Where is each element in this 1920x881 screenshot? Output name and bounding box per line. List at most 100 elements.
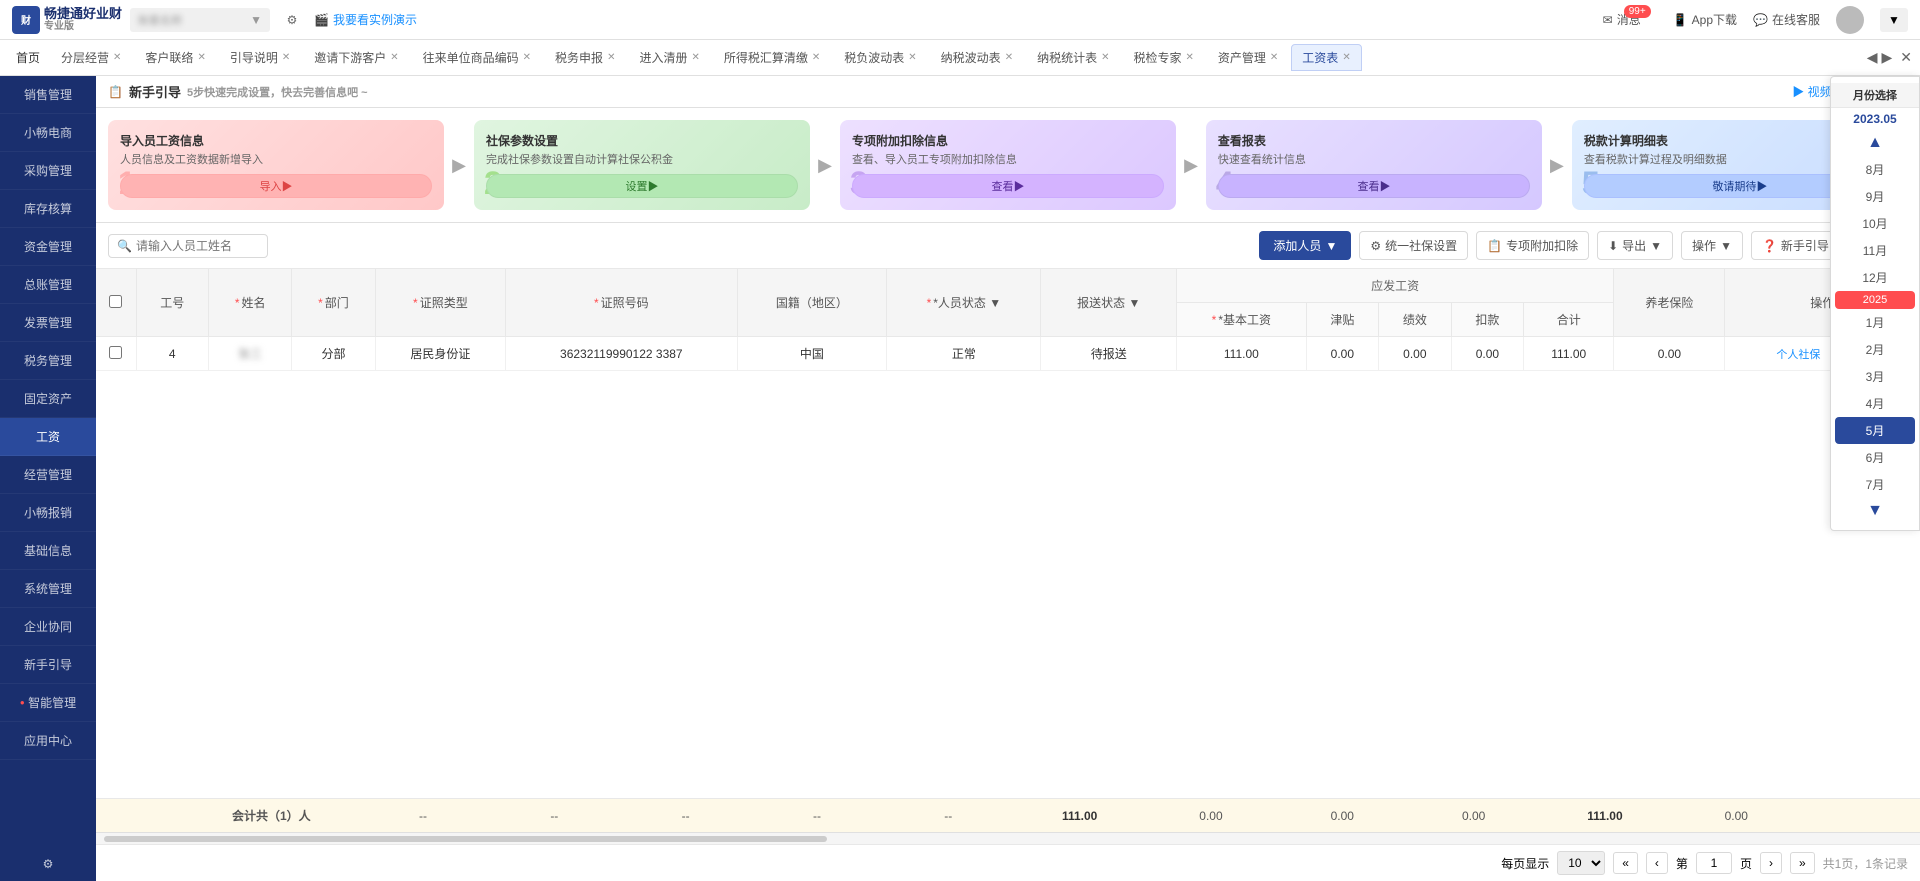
month-item-11[interactable]: 11月 — [1831, 237, 1919, 264]
demo-button[interactable]: 🎬 我要看实例演示 — [314, 11, 417, 28]
tab-分层经营[interactable]: 分层经营 ✕ — [50, 44, 132, 71]
tab-纳税波动表[interactable]: 纳税波动表 ✕ — [930, 44, 1024, 71]
row-select-checkbox[interactable] — [109, 346, 122, 359]
tab-引导说明[interactable]: 引导说明 ✕ — [219, 44, 301, 71]
special-deduct-button[interactable]: 📋 专项附加扣除 — [1476, 231, 1589, 260]
horizontal-scrollbar-thumb[interactable] — [104, 836, 827, 842]
close-tab-分层经营[interactable]: ✕ — [113, 52, 121, 63]
sidebar-item-invoice[interactable]: 发票管理 — [0, 304, 96, 342]
tab-home[interactable]: 首页 — [8, 45, 48, 70]
per-page-select[interactable]: 10 20 50 — [1557, 851, 1605, 875]
tab-资产管理[interactable]: 资产管理 ✕ — [1207, 44, 1289, 71]
month-item-5-active[interactable]: 5月 — [1835, 417, 1915, 444]
settings-icon[interactable]: ⚙ — [278, 6, 306, 34]
month-item-10[interactable]: 10月 — [1831, 210, 1919, 237]
operation-button[interactable]: 操作 ▼ — [1681, 231, 1743, 260]
user-menu-button[interactable]: ▼ — [1880, 8, 1908, 32]
tab-往来单位商品编码[interactable]: 往来单位商品编码 ✕ — [412, 44, 542, 71]
close-tab-资产管理[interactable]: ✕ — [1270, 52, 1278, 63]
export-button[interactable]: ⬇ 导出 ▼ — [1597, 231, 1673, 260]
tab-客户联络[interactable]: 客户联络 ✕ — [134, 44, 216, 71]
month-item-1[interactable]: 1月 — [1831, 309, 1919, 336]
sidebar-item-ops[interactable]: 经营管理 — [0, 456, 96, 494]
tab-纳税统计表[interactable]: 纳税统计表 ✕ — [1026, 44, 1120, 71]
action-personal-insurance[interactable]: 个人社保 — [1776, 349, 1820, 361]
step-3-btn[interactable]: 查看▶ — [852, 174, 1164, 198]
user-avatar[interactable] — [1836, 6, 1864, 34]
tab-税务申报[interactable]: 税务申报 ✕ — [544, 44, 626, 71]
new-guide-button[interactable]: ❓ 新手引导 — [1751, 231, 1840, 260]
tab-工资表[interactable]: 工资表 ✕ — [1291, 44, 1361, 71]
close-tab-引导说明[interactable]: ✕ — [282, 52, 290, 63]
close-tab-纳税统计表[interactable]: ✕ — [1101, 52, 1109, 63]
close-tab-邀请下游客户[interactable]: ✕ — [390, 52, 398, 63]
sidebar-item-apps[interactable]: 应用中心 — [0, 722, 96, 760]
month-item-12[interactable]: 12月 — [1831, 264, 1919, 291]
sidebar-item-guide[interactable]: 新手引导 — [0, 646, 96, 684]
close-tab-税负波动表[interactable]: ✕ — [908, 52, 916, 63]
month-item-4[interactable]: 4月 — [1831, 390, 1919, 417]
sidebar-item-report[interactable]: 小畅报销 — [0, 494, 96, 532]
add-person-button[interactable]: 添加人员 ▼ — [1259, 231, 1351, 260]
sidebar-item-ledger[interactable]: 总账管理 — [0, 266, 96, 304]
sidebar-item-sales[interactable]: 销售管理 — [0, 76, 96, 114]
online-service-button[interactable]: 💬 在线客服 — [1753, 11, 1820, 28]
unified-settings-button[interactable]: ⚙ 统一社保设置 — [1359, 231, 1468, 260]
tabs-nav-prev[interactable]: ◀ — [1867, 49, 1878, 66]
tab-进入清册[interactable]: 进入清册 ✕ — [628, 44, 710, 71]
tab-邀请下游客户[interactable]: 邀请下游客户 ✕ — [303, 44, 409, 71]
month-item-8[interactable]: 8月 — [1831, 156, 1919, 183]
filter-icon-status[interactable]: ▼ — [989, 296, 1001, 310]
message-button[interactable]: ✉ 消息 99+ — [1603, 11, 1641, 28]
current-page-input[interactable] — [1696, 852, 1732, 874]
month-item-6[interactable]: 6月 — [1831, 444, 1919, 471]
close-tab-税务申报[interactable]: ✕ — [607, 52, 615, 63]
next-page-button[interactable]: › — [1760, 852, 1782, 874]
footer-total-label: 会计共（1）人 — [232, 807, 351, 824]
close-tab-往来单位商品编码[interactable]: ✕ — [523, 52, 531, 63]
select-all-checkbox[interactable] — [109, 295, 122, 308]
first-page-button[interactable]: « — [1613, 852, 1638, 874]
sidebar-item-sys[interactable]: 系统管理 — [0, 570, 96, 608]
sidebar-item-finance[interactable]: 资金管理 — [0, 228, 96, 266]
filter-icon-report[interactable]: ▼ — [1128, 296, 1140, 310]
sidebar-item-basic[interactable]: 基础信息 — [0, 532, 96, 570]
step-4-btn[interactable]: 查看▶ — [1218, 174, 1530, 198]
search-box[interactable]: 🔍 — [108, 234, 268, 258]
sidebar-item-ecom[interactable]: 小畅电商 — [0, 114, 96, 152]
close-tab-客户联络[interactable]: ✕ — [197, 52, 205, 63]
close-tab-税检专家[interactable]: ✕ — [1186, 52, 1194, 63]
sidebar-item-inventory[interactable]: 库存核算 — [0, 190, 96, 228]
sidebar-settings-button[interactable]: ⚙ — [0, 847, 96, 881]
month-item-9[interactable]: 9月 — [1831, 183, 1919, 210]
sidebar-item-purchase[interactable]: 采购管理 — [0, 152, 96, 190]
tab-所得税汇算清缴[interactable]: 所得税汇算清缴 ✕ — [713, 44, 831, 71]
sidebar-item-payroll[interactable]: 工资 — [0, 418, 96, 456]
month-item-3[interactable]: 3月 — [1831, 363, 1919, 390]
close-tab-工资表[interactable]: ✕ — [1342, 52, 1350, 63]
tabs-close-all[interactable]: ✕ — [1900, 49, 1912, 66]
sidebar-item-collab[interactable]: 企业协同 — [0, 608, 96, 646]
month-item-7[interactable]: 7月 — [1831, 471, 1919, 498]
close-tab-纳税波动表[interactable]: ✕ — [1005, 52, 1013, 63]
sidebar-item-tax[interactable]: 税务管理 — [0, 342, 96, 380]
close-tab-进入清册[interactable]: ✕ — [691, 52, 699, 63]
search-input[interactable] — [136, 239, 259, 253]
account-selector[interactable]: 账套名称 ▼ — [130, 8, 270, 32]
last-page-button[interactable]: » — [1790, 852, 1815, 874]
sidebar-item-assets[interactable]: 固定资产 — [0, 380, 96, 418]
tabs-nav-next[interactable]: ▶ — [1881, 49, 1892, 66]
app-download-button[interactable]: 📱 App下载 — [1673, 11, 1737, 28]
close-tab-所得税[interactable]: ✕ — [812, 52, 820, 63]
step-1-btn[interactable]: 导入▶ — [120, 174, 432, 198]
tab-税负波动表[interactable]: 税负波动表 ✕ — [833, 44, 927, 71]
video-link[interactable]: ▶ 视频 — [1792, 83, 1831, 100]
month-nav-up[interactable]: ▲ — [1831, 130, 1919, 156]
sidebar-item-smart[interactable]: ● 智能管理 — [0, 684, 96, 722]
prev-page-button[interactable]: ‹ — [1646, 852, 1668, 874]
step-2-btn[interactable]: 设置▶ — [486, 174, 798, 198]
guide-title: 📋 新手引导 5步快速完成设置，快去完善信息吧 ~ — [108, 82, 368, 101]
month-nav-down[interactable]: ▼ — [1831, 498, 1919, 524]
month-item-2[interactable]: 2月 — [1831, 336, 1919, 363]
tab-税检专家[interactable]: 税检专家 ✕ — [1122, 44, 1204, 71]
